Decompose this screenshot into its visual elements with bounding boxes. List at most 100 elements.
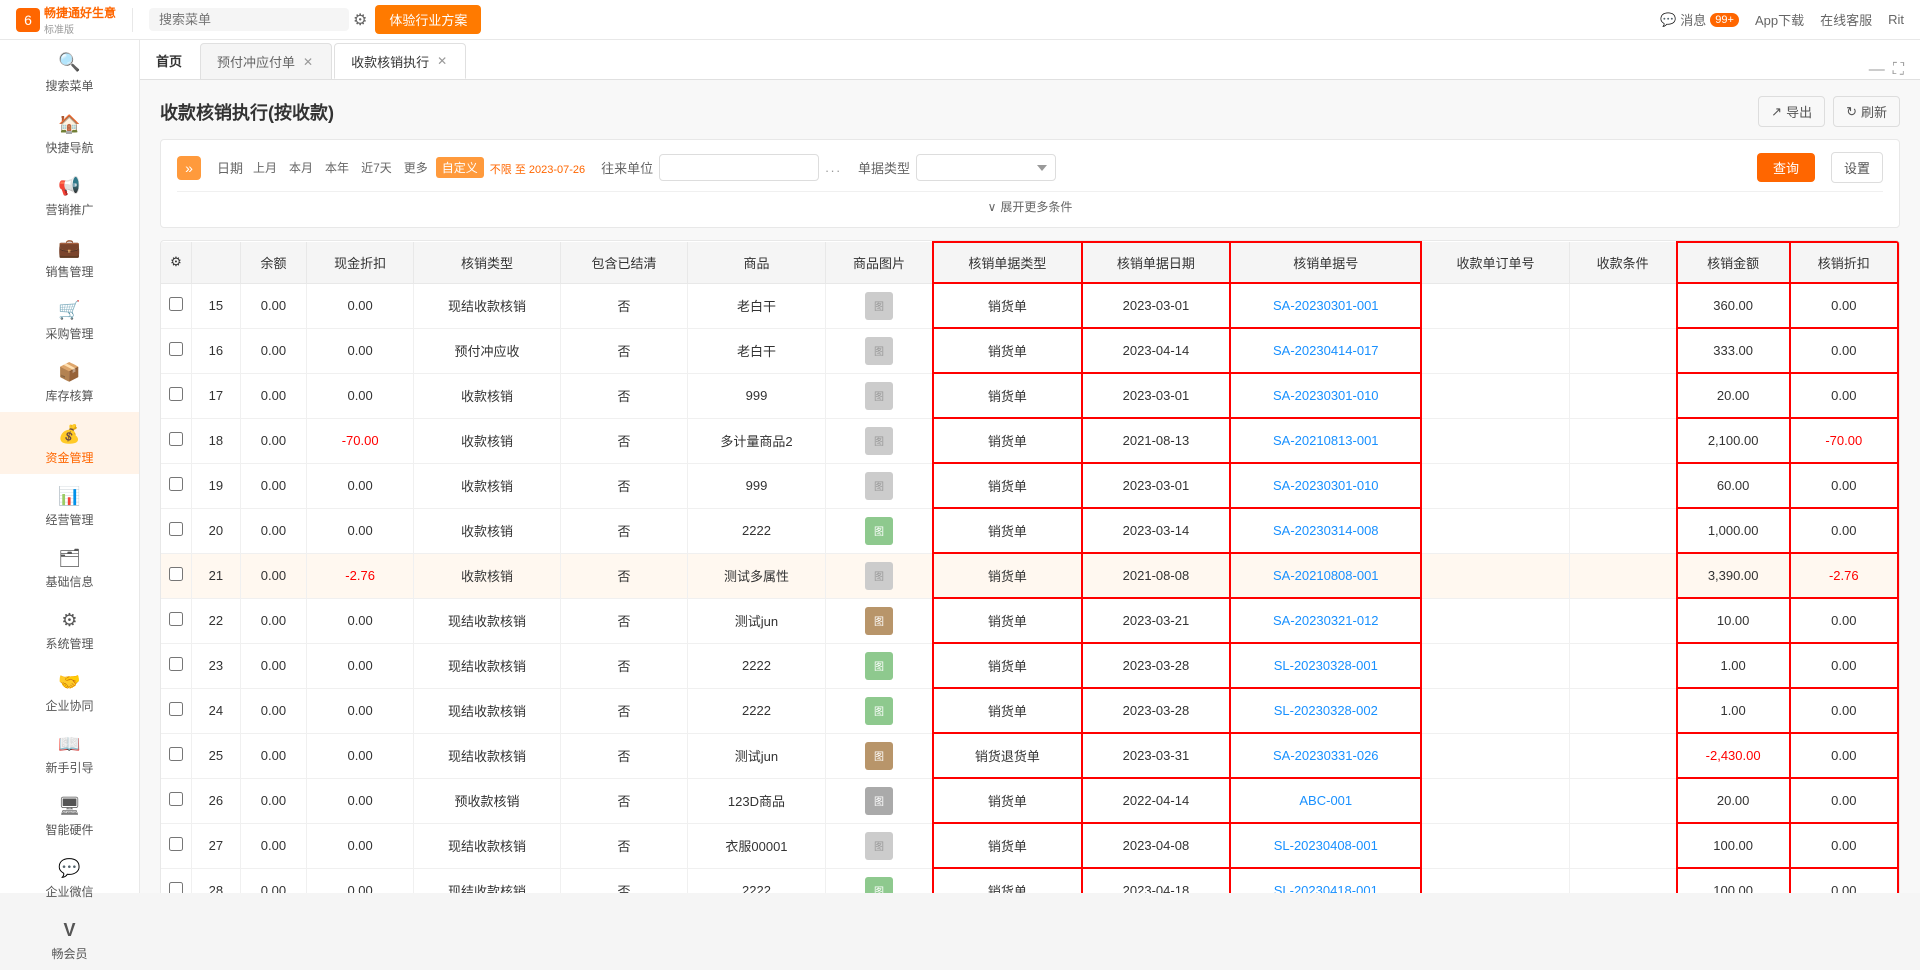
td-writeoff-discount: -70.00 [1790,418,1898,463]
tab-home[interactable]: 首页 [140,43,198,79]
sidebar-item-marketing[interactable]: 📢 营销推广 [0,164,139,226]
td-writeoff-voucher-type: 销货单 [933,688,1082,733]
sidebar-item-nav[interactable]: 🏠 快捷导航 [0,102,139,164]
message-area[interactable]: 💬 消息 99+ [1660,10,1739,29]
sidebar: 🔍 搜索菜单 🏠 快捷导航 📢 营销推广 💼 销售管理 🛒 采购管理 📦 库存核… [0,40,140,893]
td-checkbox[interactable] [161,373,192,418]
td-writeoff-date: 2023-04-18 [1082,868,1231,893]
td-writeoff-voucher-type: 销货单 [933,373,1082,418]
date-btn-custom[interactable]: 自定义 [436,157,484,178]
td-checkbox[interactable] [161,508,192,553]
sidebar-item-base[interactable]: 🗂 基础信息 [0,536,139,598]
tab-collection-close[interactable]: ✕ [435,52,449,70]
td-writeoff-voucher-type: 销货单 [933,283,1082,328]
page-header-actions: ↗ 导出 ↻ 刷新 [1758,96,1900,127]
user-name[interactable]: Rit [1888,12,1904,27]
tab-prepay-close[interactable]: ✕ [301,53,315,71]
td-writeoff-type: 预收款核销 [414,778,561,823]
td-checkbox[interactable] [161,733,192,778]
col-writeoff-voucher-type: 核销单据类型 [933,242,1082,283]
sidebar-item-label: 系统管理 [45,635,93,652]
tab-collection[interactable]: 收款核销执行 ✕ [334,43,466,79]
export-btn[interactable]: ↗ 导出 [1758,96,1825,127]
sidebar-item-label: 经营管理 [45,511,93,528]
td-writeoff-no: SA-20210813-001 [1230,418,1421,463]
table-container: ⚙ 余额 现金折扣 核销类型 包含已结清 商品 商品图片 核销单据类型 核销单据… [160,240,1900,893]
sidebar-item-sales[interactable]: 💼 销售管理 [0,226,139,288]
td-cash-discount: 0.00 [307,373,414,418]
search-area: ⚙ [149,8,367,31]
td-balance: 0.00 [240,823,307,868]
sidebar-item-label: 快捷导航 [45,139,93,156]
search-input[interactable] [149,8,349,31]
td-checkbox[interactable] [161,598,192,643]
td-checkbox[interactable] [161,328,192,373]
sidebar-item-label: 新手引导 [45,759,93,776]
td-checkbox[interactable] [161,823,192,868]
td-checkbox[interactable] [161,688,192,733]
td-collection-order [1421,283,1569,328]
td-checkbox[interactable] [161,553,192,598]
tab-collection-label: 收款核销执行 [351,52,429,71]
col-writeoff-amount: 核销金额 [1677,242,1790,283]
goods-img: 图 [865,742,893,770]
td-payment-terms [1569,868,1677,893]
refresh-btn[interactable]: ↻ 刷新 [1833,96,1900,127]
settings-filter-btn[interactable]: 设置 [1831,152,1883,183]
query-btn[interactable]: 查询 [1757,153,1815,182]
date-btn-this-year[interactable]: 本年 [321,157,353,178]
online-service[interactable]: 在线客服 [1820,10,1872,29]
sidebar-item-hardware[interactable]: 🖥 智能硬件 [0,784,139,846]
sidebar-item-finance[interactable]: 💰 资金管理 [0,412,139,474]
app-download[interactable]: App下载 [1755,10,1804,29]
col-settings[interactable]: ⚙ [161,242,192,283]
sidebar-item-guide[interactable]: 📖 新手引导 [0,722,139,784]
td-writeoff-date: 2023-03-21 [1082,598,1231,643]
td-checkbox[interactable] [161,643,192,688]
sidebar-item-corp[interactable]: 🤝 企业协同 [0,660,139,722]
td-writeoff-amount: 20.00 [1677,778,1790,823]
sidebar-item-search[interactable]: 🔍 搜索菜单 [0,40,139,102]
td-included-clear: 否 [561,553,688,598]
td-writeoff-date: 2023-03-14 [1082,508,1231,553]
tab-prepay[interactable]: 预付冲应付单 ✕ [200,43,332,79]
td-payment-terms [1569,508,1677,553]
td-checkbox[interactable] [161,868,192,893]
sidebar-item-inventory[interactable]: 📦 库存核算 [0,350,139,412]
td-balance: 0.00 [240,778,307,823]
td-cash-discount: 0.00 [307,463,414,508]
filter-voucher-type-group: 单据类型 [858,154,1056,181]
window-minimize[interactable]: — [1869,61,1885,79]
td-writeoff-date: 2022-04-14 [1082,778,1231,823]
sidebar-item-business[interactable]: 📊 经营管理 [0,474,139,536]
sidebar-item-wechat[interactable]: 💬 企业微信 [0,846,139,908]
goods-img: 图 [865,292,893,320]
industry-btn[interactable]: 体验行业方案 [375,5,481,34]
col-collection-order: 收款单订单号 [1421,242,1569,283]
date-btn-more[interactable]: 更多 [400,157,432,178]
td-checkbox[interactable] [161,778,192,823]
counterparty-label: 往来单位 [601,158,653,177]
date-btn-last-month[interactable]: 上月 [249,157,281,178]
sidebar-item-purchase[interactable]: 🛒 采购管理 [0,288,139,350]
td-writeoff-voucher-type: 销货单 [933,778,1082,823]
voucher-type-select[interactable] [916,154,1056,181]
filter-bar: » 日期 上月 本月 本年 近7天 更多 自定义 不限 至 2023-07-26 [160,139,1900,228]
page-header: 收款核销执行(按收款) ↗ 导出 ↻ 刷新 [160,96,1900,127]
td-checkbox[interactable] [161,463,192,508]
settings-btn[interactable]: ⚙ [353,10,367,30]
td-writeoff-date: 2023-03-01 [1082,373,1231,418]
goods-img: 图 [865,607,893,635]
search-icon: 🔍 [58,52,80,73]
sidebar-item-system[interactable]: ⚙ 系统管理 [0,598,139,660]
date-btn-7days[interactable]: 近7天 [357,157,396,178]
td-checkbox[interactable] [161,418,192,463]
window-maximize[interactable]: ⛶ [1893,61,1904,79]
td-checkbox[interactable] [161,283,192,328]
date-btn-this-month[interactable]: 本月 [285,157,317,178]
counterparty-input[interactable] [659,154,819,181]
td-balance: 0.00 [240,418,307,463]
sidebar-item-member[interactable]: V 畅会员 [0,908,139,970]
expand-more[interactable]: ∨ 展开更多条件 [177,191,1883,215]
filter-expand-btn[interactable]: » [177,156,201,180]
